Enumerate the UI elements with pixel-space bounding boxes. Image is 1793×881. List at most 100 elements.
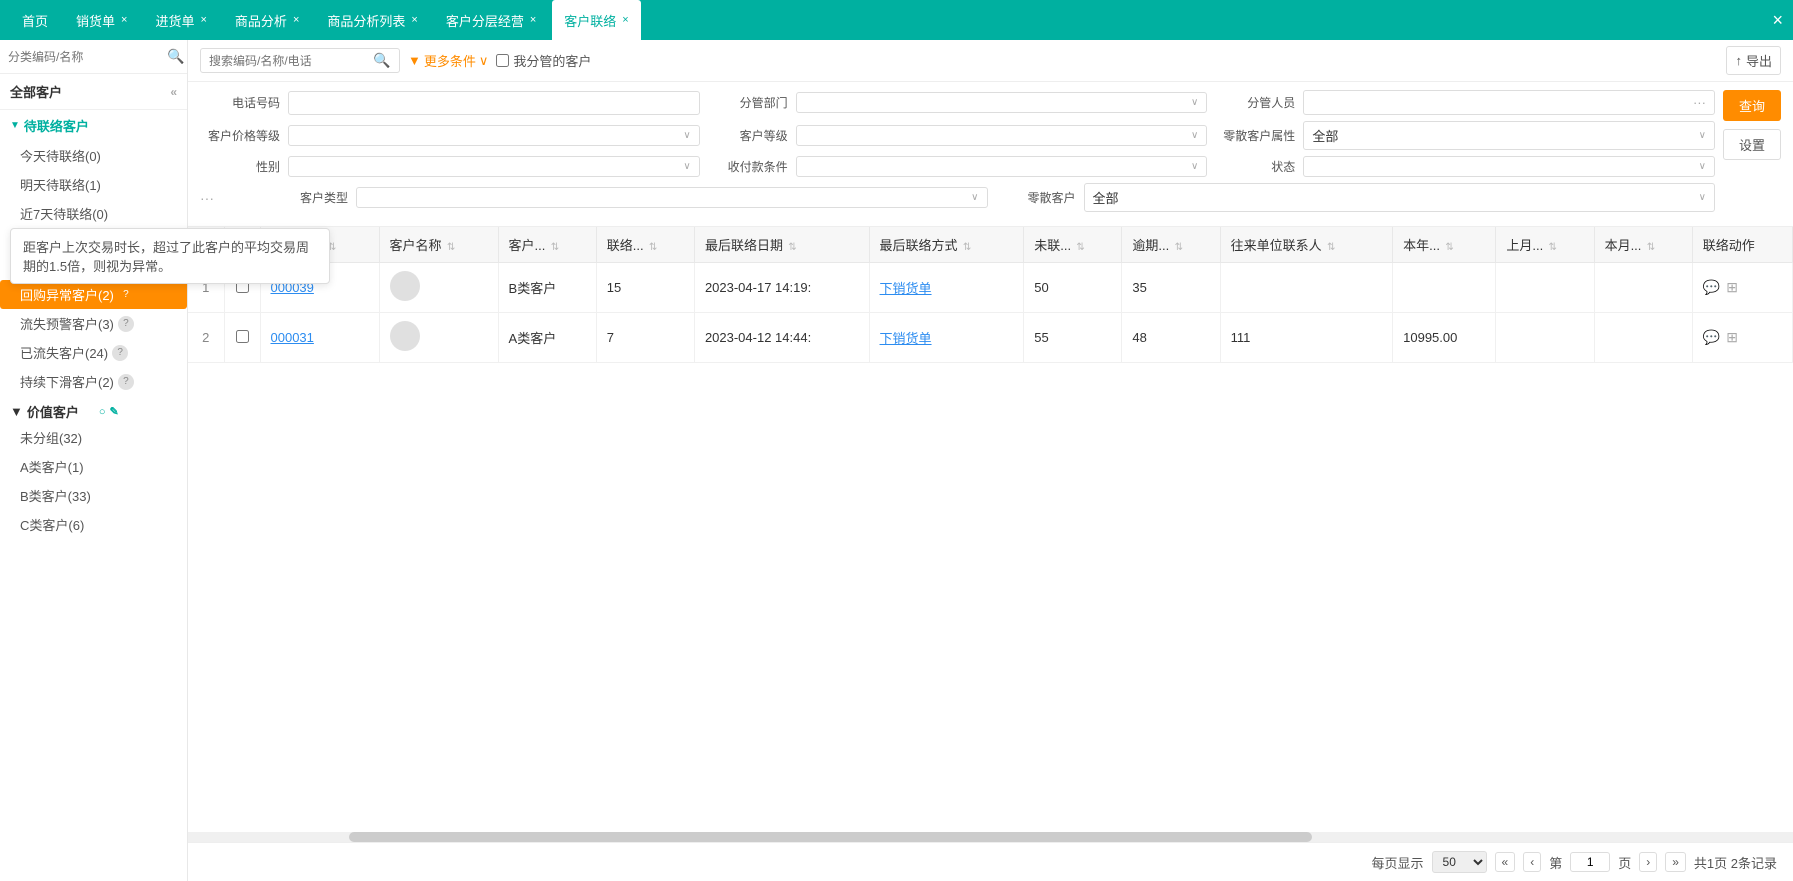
horizontal-scrollbar[interactable] — [188, 832, 1793, 842]
sidebar-search-icon[interactable]: 🔍 — [167, 48, 184, 65]
repurchase-abnormal[interactable]: 回购异常客户(2) ? — [0, 280, 187, 309]
pending-tomorrow[interactable]: 明天待联络(1) — [0, 170, 187, 199]
row2-method-link[interactable]: 下销货单 — [880, 331, 932, 346]
payment-select[interactable]: ∨ — [796, 156, 1208, 177]
export-button[interactable]: ↑ 导出 — [1726, 46, 1781, 75]
row1-more-icon[interactable]: ⊞ — [1726, 279, 1738, 296]
scroll-thumb[interactable] — [349, 832, 1312, 842]
col-this-month-header[interactable]: 本月... ⇅ — [1594, 227, 1692, 263]
type-sort-icon[interactable]: ⇅ — [551, 242, 559, 253]
all-customers-header[interactable]: 全部客户 « — [0, 74, 187, 110]
contact-count-sort-icon[interactable]: ⇅ — [649, 242, 657, 253]
value-group-edit-icon[interactable]: ○ — [99, 406, 106, 418]
status-select[interactable]: ∨ — [1303, 156, 1715, 177]
value-customers-group[interactable]: ▼ 价值客户 ○ ✎ — [0, 396, 187, 423]
price-level-select[interactable]: ∨ — [288, 125, 700, 146]
lost-prediction[interactable]: 流失预警客户(3) ? — [0, 309, 187, 338]
this-month-sort-icon[interactable]: ⇅ — [1647, 242, 1655, 253]
row1-type: B类客户 — [498, 263, 596, 313]
col-type-header[interactable]: 客户... ⇅ — [498, 227, 596, 263]
window-close-btn[interactable]: × — [1772, 10, 1783, 31]
value-a-class[interactable]: A类客户(1) — [0, 452, 187, 481]
already-lost[interactable]: 已流失客户(24) ? — [0, 338, 187, 367]
continuous-down[interactable]: 持续下滑客户(2) ? — [0, 367, 187, 396]
row2-chat-icon[interactable]: 💬 — [1703, 329, 1720, 346]
manager-dots[interactable]: ··· — [1693, 95, 1706, 110]
table-container: ⚙ 客户编码 ⇅ 客户名称 ⇅ — [188, 227, 1793, 832]
dept-select[interactable]: ∨ — [796, 92, 1208, 113]
pending-today[interactable]: 今天待联络(0) — [0, 141, 187, 170]
col-overdue-header[interactable]: 逾期... ⇅ — [1122, 227, 1220, 263]
col-uncontacted-header[interactable]: 未联... ⇅ — [1024, 227, 1122, 263]
my-customers-checkbox[interactable] — [496, 54, 509, 67]
retail-attr-select[interactable]: 全部 ∨ — [1303, 121, 1715, 150]
table-row: 1 000039 B类客户 — [188, 263, 1793, 313]
lost-help-icon[interactable]: ? — [118, 316, 134, 332]
close-sales-order[interactable]: × — [121, 14, 127, 26]
settings-button[interactable]: 设置 — [1723, 129, 1781, 160]
manager-select[interactable]: ··· — [1303, 90, 1715, 115]
prev-page-btn[interactable]: ‹ — [1523, 852, 1541, 872]
col-company-contact-header[interactable]: 往来单位联系人 ⇅ — [1220, 227, 1393, 263]
nav-customer-contact[interactable]: 客户联络 × — [552, 0, 640, 40]
first-page-btn[interactable]: « — [1495, 852, 1516, 872]
nav-sales-order[interactable]: 销货单 × — [64, 0, 139, 40]
sidebar-collapse-icon[interactable]: « — [170, 85, 177, 99]
search-icon[interactable]: 🔍 — [373, 52, 390, 69]
value-ungroup[interactable]: 未分组(32) — [0, 423, 187, 452]
col-contact-count-header[interactable]: 联络... ⇅ — [596, 227, 694, 263]
query-button[interactable]: 查询 — [1723, 90, 1781, 121]
nav-purchase-order[interactable]: 进货单 × — [143, 0, 218, 40]
row1-method-link[interactable]: 下销货单 — [880, 281, 932, 296]
customer-level-select[interactable]: ∨ — [796, 125, 1208, 146]
pending-7days[interactable]: 近7天待联络(0) — [0, 199, 187, 228]
filter-more-dots[interactable]: ··· — [200, 190, 260, 206]
last-month-sort-icon[interactable]: ⇅ — [1549, 242, 1557, 253]
close-product-analysis[interactable]: × — [293, 14, 299, 26]
last-date-sort-icon[interactable]: ⇅ — [788, 242, 796, 253]
more-conditions-btn[interactable]: ▼ 更多条件 ∨ — [408, 51, 488, 70]
customer-table: ⚙ 客户编码 ⇅ 客户名称 ⇅ — [188, 227, 1793, 363]
col-this-year-header[interactable]: 本年... ⇅ — [1393, 227, 1496, 263]
pending-contact-group[interactable]: ▼ 待联络客户 — [0, 110, 187, 141]
row2-avatar — [390, 321, 420, 351]
close-product-analysis-list[interactable]: × — [411, 14, 417, 26]
col-name-header[interactable]: 客户名称 ⇅ — [379, 227, 498, 263]
name-sort-icon[interactable]: ⇅ — [447, 242, 455, 253]
company-sort-icon[interactable]: ⇅ — [1327, 242, 1335, 253]
row2-more-icon[interactable]: ⊞ — [1726, 329, 1738, 346]
search-input[interactable] — [209, 54, 369, 68]
retail-customer-select[interactable]: 全部 ∨ — [1084, 183, 1716, 212]
nav-customer-segmentation[interactable]: 客户分层经营 × — [434, 0, 548, 40]
close-customer-contact[interactable]: × — [622, 14, 628, 26]
row2-code-link[interactable]: 000031 — [271, 330, 314, 345]
row2-select-checkbox[interactable] — [236, 330, 249, 343]
close-purchase-order[interactable]: × — [200, 14, 206, 26]
nav-product-analysis[interactable]: 商品分析 × — [223, 0, 311, 40]
already-lost-help-icon[interactable]: ? — [112, 345, 128, 361]
this-year-sort-icon[interactable]: ⇅ — [1445, 242, 1453, 253]
row1-chat-icon[interactable]: 💬 — [1703, 279, 1720, 296]
nav-home[interactable]: 首页 — [10, 0, 60, 40]
customer-type-select[interactable]: ∨ — [356, 187, 988, 208]
next-page-btn[interactable]: › — [1639, 852, 1657, 872]
sidebar-search-input[interactable] — [8, 50, 163, 64]
col-last-month-header[interactable]: 上月... ⇅ — [1496, 227, 1594, 263]
uncontacted-sort-icon[interactable]: ⇅ — [1076, 242, 1084, 253]
col-last-contact-date-header[interactable]: 最后联络日期 ⇅ — [694, 227, 869, 263]
last-page-btn[interactable]: » — [1665, 852, 1686, 872]
page-input[interactable] — [1570, 852, 1610, 872]
nav-product-analysis-list[interactable]: 商品分析列表 × — [315, 0, 429, 40]
phone-input[interactable] — [288, 91, 700, 115]
col-last-contact-method-header[interactable]: 最后联络方式 ⇅ — [869, 227, 1024, 263]
value-group-edit2-icon[interactable]: ✎ — [110, 405, 119, 418]
continuous-down-help-icon[interactable]: ? — [118, 374, 134, 390]
help-icon[interactable]: ? — [118, 287, 134, 303]
gender-select[interactable]: ∨ — [288, 156, 700, 177]
value-b-class[interactable]: B类客户(33) — [0, 481, 187, 510]
value-c-class[interactable]: C类客户(6) — [0, 510, 187, 539]
per-page-select[interactable]: 50 20 100 — [1432, 851, 1487, 873]
last-method-sort-icon[interactable]: ⇅ — [963, 242, 971, 253]
close-customer-segmentation[interactable]: × — [530, 14, 536, 26]
overdue-sort-icon[interactable]: ⇅ — [1175, 242, 1183, 253]
